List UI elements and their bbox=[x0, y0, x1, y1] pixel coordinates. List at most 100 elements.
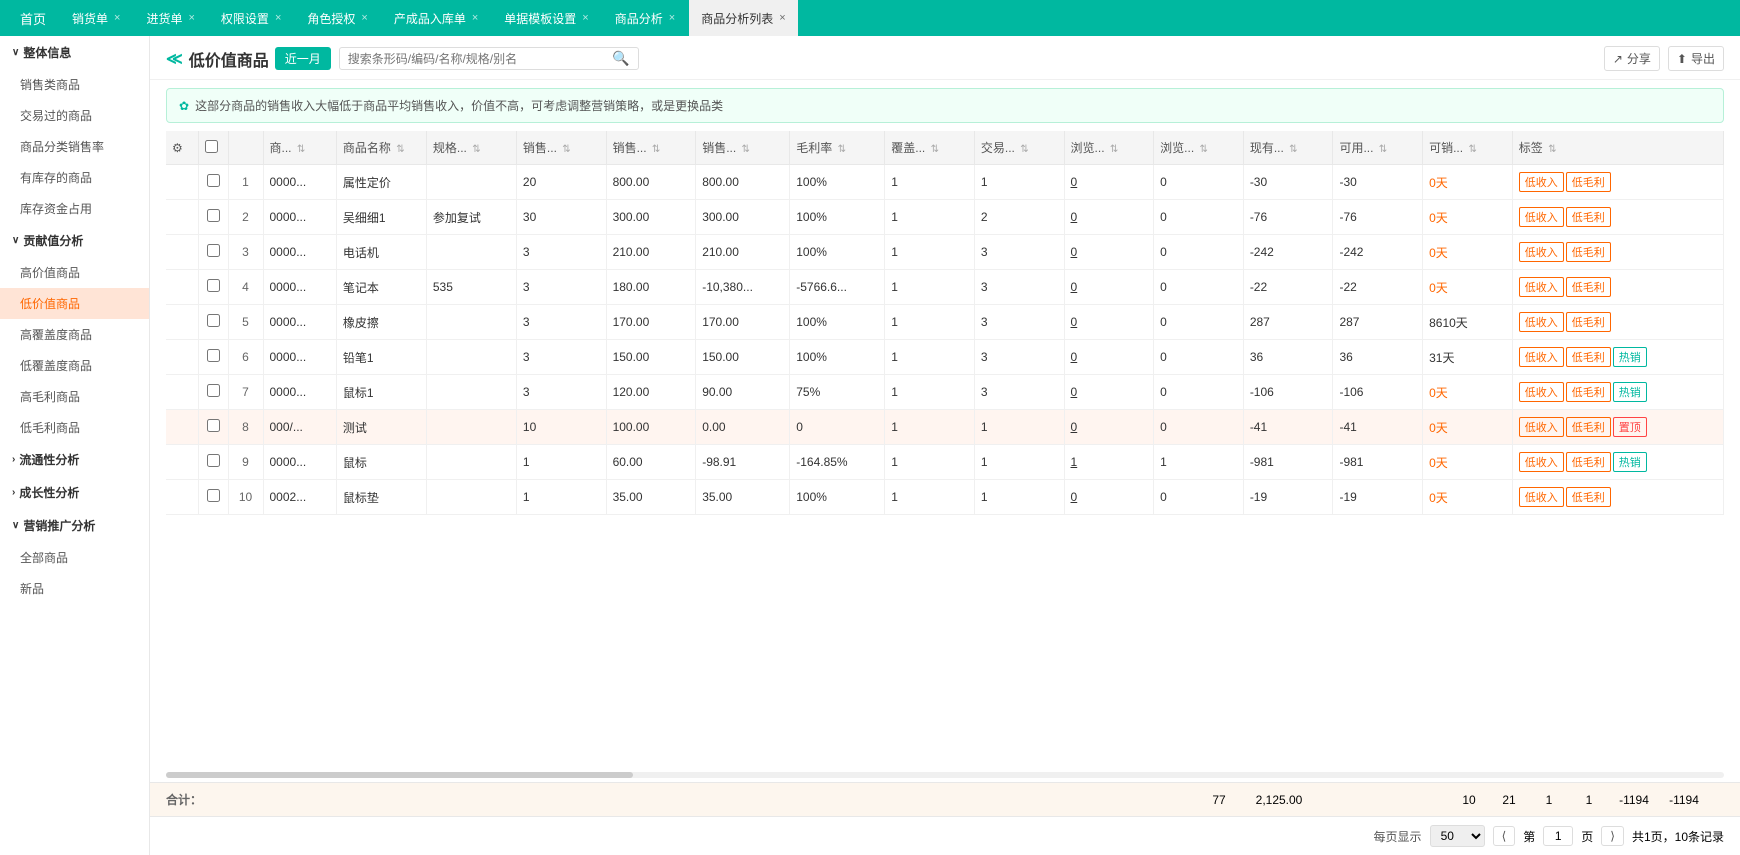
checkbox-cell[interactable] bbox=[198, 200, 228, 235]
sidebar-item-stock-capital[interactable]: 库存资金占用 bbox=[0, 193, 149, 224]
browse1-link[interactable]: 0 bbox=[1071, 175, 1078, 189]
filter-recent-month-button[interactable]: 近一月 bbox=[275, 47, 331, 70]
per-page-select[interactable]: 50 100 200 bbox=[1430, 825, 1485, 847]
sidebar-item-low-margin[interactable]: 低毛利商品 bbox=[0, 412, 149, 443]
spec-col-header[interactable]: 规格... ⇅ bbox=[426, 131, 516, 165]
name-col-header[interactable]: 商品名称 ⇅ bbox=[336, 131, 426, 165]
browse1-link[interactable]: 0 bbox=[1071, 385, 1078, 399]
next-page-button[interactable]: ⟩ bbox=[1601, 826, 1624, 846]
browse1-cell[interactable]: 0 bbox=[1064, 235, 1154, 270]
checkbox-cell[interactable] bbox=[198, 480, 228, 515]
select-all-checkbox[interactable] bbox=[205, 140, 218, 153]
available-col-header[interactable]: 可用... ⇅ bbox=[1333, 131, 1423, 165]
sidebar-group-contribution[interactable]: ∨ 贡献值分析 bbox=[0, 224, 149, 257]
browse1-cell[interactable]: 0 bbox=[1064, 305, 1154, 340]
nav-item-sales[interactable]: 销货单× bbox=[60, 0, 132, 36]
sale-avg-col-header[interactable]: 销售... ⇅ bbox=[696, 131, 790, 165]
row-checkbox[interactable] bbox=[207, 349, 220, 362]
browse1-link[interactable]: 0 bbox=[1071, 490, 1078, 504]
browse1-cell[interactable]: 0 bbox=[1064, 410, 1154, 445]
trade-col-header[interactable]: 交易... ⇅ bbox=[974, 131, 1064, 165]
browse1-link[interactable]: 0 bbox=[1071, 245, 1078, 259]
row-checkbox[interactable] bbox=[207, 384, 220, 397]
sidebar-item-high-value[interactable]: 高价值商品 bbox=[0, 257, 149, 288]
search-input[interactable] bbox=[348, 52, 613, 66]
browse1-link[interactable]: 0 bbox=[1071, 280, 1078, 294]
browse1-link[interactable]: 1 bbox=[1071, 455, 1078, 469]
browse1-cell[interactable]: 0 bbox=[1064, 200, 1154, 235]
row-checkbox[interactable] bbox=[207, 279, 220, 292]
saleable-col-header[interactable]: 可销... ⇅ bbox=[1423, 131, 1513, 165]
sale-qty-col-header[interactable]: 销售... ⇅ bbox=[516, 131, 606, 165]
close-icon[interactable]: × bbox=[582, 12, 588, 24]
checkbox-cell[interactable] bbox=[198, 410, 228, 445]
row-checkbox[interactable] bbox=[207, 209, 220, 222]
sidebar-group-marketing[interactable]: ∨ 营销推广分析 bbox=[0, 509, 149, 542]
horizontal-scrollbar[interactable] bbox=[166, 772, 1724, 778]
code-col-header[interactable]: 商... ⇅ bbox=[263, 131, 336, 165]
close-icon[interactable]: × bbox=[361, 12, 367, 24]
sidebar-item-sales-products[interactable]: 销售类商品 bbox=[0, 69, 149, 100]
sidebar-item-category-rate[interactable]: 商品分类销售率 bbox=[0, 131, 149, 162]
browse1-cell[interactable]: 0 bbox=[1064, 480, 1154, 515]
close-icon[interactable]: × bbox=[779, 12, 785, 24]
browse1-link[interactable]: 0 bbox=[1071, 420, 1078, 434]
browse1-cell[interactable]: 0 bbox=[1064, 270, 1154, 305]
close-icon[interactable]: × bbox=[275, 12, 281, 24]
checkbox-cell[interactable] bbox=[198, 270, 228, 305]
sidebar-item-new-products[interactable]: 新品 bbox=[0, 573, 149, 604]
browse1-cell[interactable]: 0 bbox=[1064, 165, 1154, 200]
export-button[interactable]: ⬆ 导出 bbox=[1668, 46, 1724, 71]
coverage-col-header[interactable]: 覆盖... ⇅ bbox=[885, 131, 975, 165]
collapse-btn[interactable]: ≪ bbox=[166, 49, 183, 69]
sale-amt-col-header[interactable]: 销售... ⇅ bbox=[606, 131, 696, 165]
sidebar-item-all-products[interactable]: 全部商品 bbox=[0, 542, 149, 573]
sidebar-group-flow[interactable]: › 流通性分析 bbox=[0, 443, 149, 476]
browse1-cell[interactable]: 0 bbox=[1064, 375, 1154, 410]
first-page-button[interactable]: ⟨ bbox=[1493, 826, 1516, 846]
row-checkbox[interactable] bbox=[207, 174, 220, 187]
browse1-cell[interactable]: 0 bbox=[1064, 340, 1154, 375]
close-icon[interactable]: × bbox=[188, 12, 194, 24]
nav-item-product-analysis-list[interactable]: 商品分析列表× bbox=[689, 0, 797, 36]
browse1-col-header[interactable]: 浏览... ⇅ bbox=[1064, 131, 1154, 165]
nav-home[interactable]: 首页 bbox=[8, 0, 58, 36]
checkbox-cell[interactable] bbox=[198, 305, 228, 340]
nav-item-permission[interactable]: 权限设置× bbox=[209, 0, 293, 36]
nav-item-product-warehouse[interactable]: 产成品入库单× bbox=[382, 0, 490, 36]
sidebar-item-low-coverage[interactable]: 低覆盖度商品 bbox=[0, 350, 149, 381]
nav-item-product-analysis[interactable]: 商品分析× bbox=[603, 0, 687, 36]
nav-item-role[interactable]: 角色授权× bbox=[295, 0, 379, 36]
row-checkbox[interactable] bbox=[207, 489, 220, 502]
sidebar-item-low-value[interactable]: 低价值商品 bbox=[0, 288, 149, 319]
browse1-link[interactable]: 0 bbox=[1071, 315, 1078, 329]
row-checkbox[interactable] bbox=[207, 454, 220, 467]
checkbox-cell[interactable] bbox=[198, 340, 228, 375]
gear-icon[interactable]: ⚙ bbox=[172, 141, 183, 155]
row-checkbox[interactable] bbox=[207, 244, 220, 257]
close-icon[interactable]: × bbox=[472, 12, 478, 24]
checkbox-cell[interactable] bbox=[198, 445, 228, 480]
browse2-col-header[interactable]: 浏览... ⇅ bbox=[1154, 131, 1244, 165]
sidebar-group-growth[interactable]: › 成长性分析 bbox=[0, 476, 149, 509]
nav-item-template[interactable]: 单据模板设置× bbox=[492, 0, 600, 36]
gross-rate-col-header[interactable]: 毛利率 ⇅ bbox=[790, 131, 885, 165]
close-icon[interactable]: × bbox=[114, 12, 120, 24]
row-checkbox[interactable] bbox=[207, 419, 220, 432]
nav-item-purchase[interactable]: 进货单× bbox=[134, 0, 206, 36]
sidebar-item-stocked-products[interactable]: 有库存的商品 bbox=[0, 162, 149, 193]
browse1-cell[interactable]: 1 bbox=[1064, 445, 1154, 480]
check-col-header[interactable] bbox=[198, 131, 228, 165]
sidebar-item-traded-products[interactable]: 交易过的商品 bbox=[0, 100, 149, 131]
checkbox-cell[interactable] bbox=[198, 235, 228, 270]
browse1-link[interactable]: 0 bbox=[1071, 350, 1078, 364]
search-icon[interactable]: 🔍 bbox=[612, 50, 629, 67]
close-icon[interactable]: × bbox=[669, 12, 675, 24]
browse1-link[interactable]: 0 bbox=[1071, 210, 1078, 224]
checkbox-cell[interactable] bbox=[198, 375, 228, 410]
scroll-thumb[interactable] bbox=[166, 772, 633, 778]
share-button[interactable]: ↗ 分享 bbox=[1604, 46, 1660, 71]
tag-col-header[interactable]: 标签 ⇅ bbox=[1512, 131, 1723, 165]
current-col-header[interactable]: 现有... ⇅ bbox=[1243, 131, 1333, 165]
row-checkbox[interactable] bbox=[207, 314, 220, 327]
